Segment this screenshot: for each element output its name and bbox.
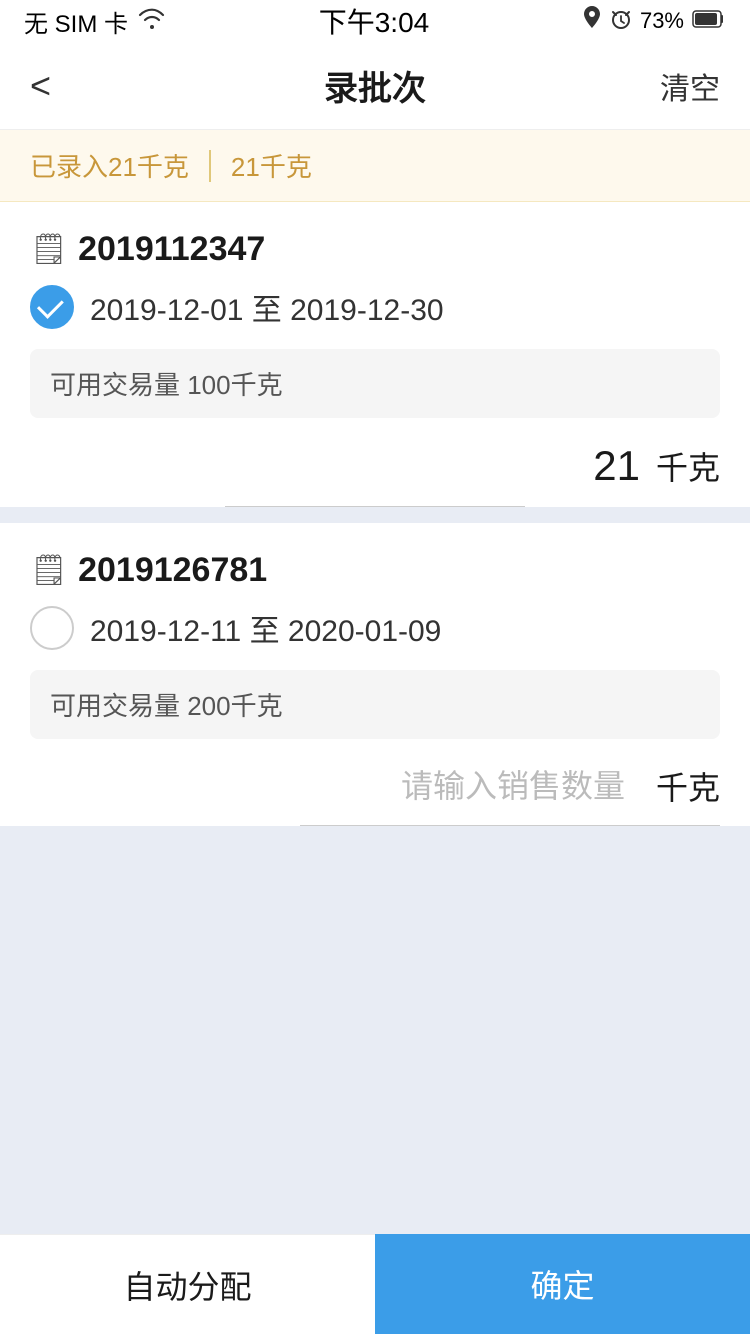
status-bar: 无 SIM 卡 下午3:04 73% <box>0 0 750 42</box>
already-label: 已录入21千克 <box>30 147 189 184</box>
status-right: 73% <box>582 6 726 36</box>
card-2-date: 2019-12-11 至 2020-01-09 <box>90 606 441 650</box>
card-1-icon: 🗒 <box>30 232 68 267</box>
card-1-header: 🗒 2019112347 <box>30 230 720 269</box>
nav-bar: < 录批次 清空 <box>0 42 750 130</box>
card-separator-1 <box>0 507 750 523</box>
info-divider <box>209 150 211 182</box>
battery-text: 73% <box>640 8 684 34</box>
info-amount: 21千克 <box>231 147 312 184</box>
card-1: 🗒 2019112347 2019-12-01 至 2019-12-30 可用交… <box>0 202 750 507</box>
alarm-icon <box>610 7 632 35</box>
card-2-qty-unit: 千克 <box>656 763 720 809</box>
card-2-id: 2019126781 <box>78 551 267 590</box>
card-1-qty-unit: 千克 <box>656 443 720 489</box>
carrier-text: 无 SIM 卡 <box>24 4 128 39</box>
card-1-date-row[interactable]: 2019-12-01 至 2019-12-30 <box>30 285 720 329</box>
status-left: 无 SIM 卡 <box>24 4 166 39</box>
empty-area <box>0 826 750 1256</box>
card-2-radio[interactable] <box>30 606 74 650</box>
card-2-header: 🗒 2019126781 <box>30 551 720 590</box>
wifi-icon <box>138 7 166 36</box>
bottom-bar: 自动分配 确定 <box>0 1234 750 1334</box>
card-1-avail: 可用交易量 100千克 <box>30 349 720 418</box>
card-1-qty-value: 21 <box>593 442 640 490</box>
page-title: 录批次 <box>324 61 426 110</box>
back-button[interactable]: < <box>30 65 90 107</box>
card-1-qty-row: 21 千克 <box>0 418 750 490</box>
clear-button[interactable]: 清空 <box>660 64 720 108</box>
card-1-radio[interactable] <box>30 285 74 329</box>
status-time: 下午3:04 <box>319 1 430 41</box>
battery-icon <box>692 8 726 34</box>
card-1-date: 2019-12-01 至 2019-12-30 <box>90 285 444 329</box>
card-2-date-row[interactable]: 2019-12-11 至 2020-01-09 <box>30 606 720 650</box>
card-2-input-row[interactable]: 千克 <box>0 739 750 809</box>
confirm-button[interactable]: 确定 <box>375 1234 750 1334</box>
auto-distribute-button[interactable]: 自动分配 <box>0 1234 375 1334</box>
info-banner: 已录入21千克 21千克 <box>0 130 750 202</box>
card-1-id: 2019112347 <box>78 230 265 269</box>
location-icon <box>582 6 602 36</box>
card-2-icon: 🗒 <box>30 553 68 588</box>
card-2: 🗒 2019126781 2019-12-11 至 2020-01-09 可用交… <box>0 523 750 826</box>
card-2-qty-input[interactable] <box>30 768 640 805</box>
card-2-avail: 可用交易量 200千克 <box>30 670 720 739</box>
